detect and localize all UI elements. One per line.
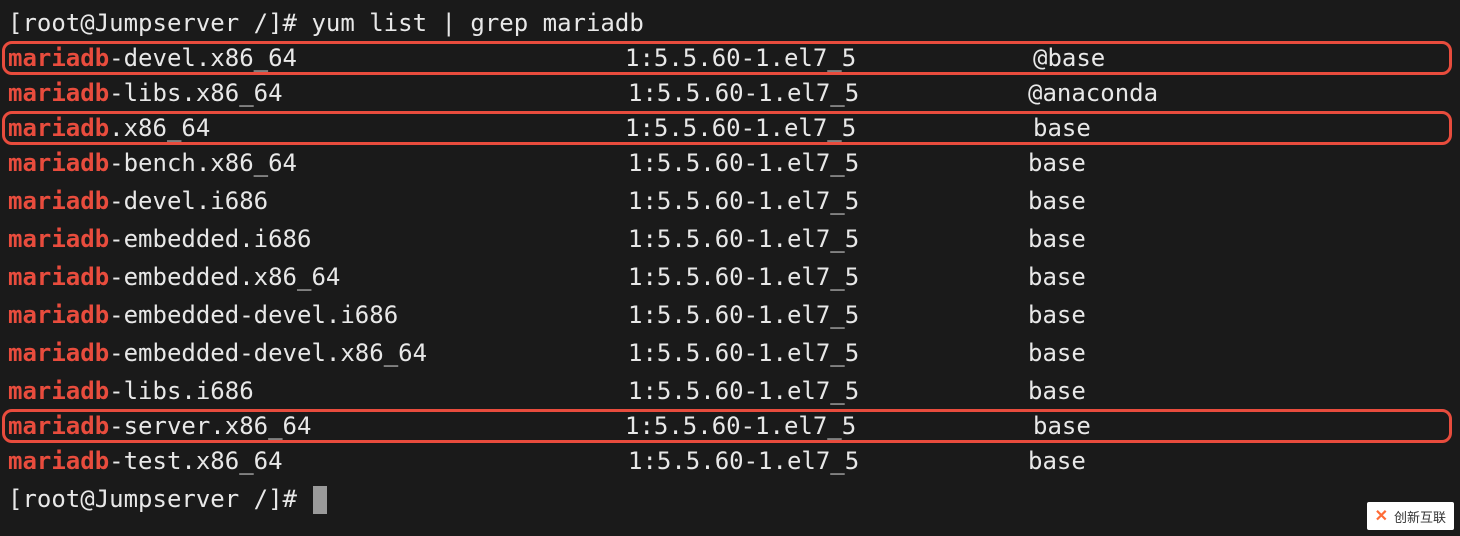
grep-match: mariadb [8,339,109,367]
package-name: mariadb-embedded.i686 [8,220,628,258]
package-version: 1:5.5.60-1.el7_5 [628,372,1028,410]
package-name: mariadb-embedded.x86_64 [8,258,628,296]
watermark: ✕ 创新互联 [1367,502,1454,530]
package-repo: base [1033,412,1091,440]
output-row: mariadb-embedded.i6861:5.5.60-1.el7_5bas… [8,220,1452,258]
cursor [313,486,327,514]
output-row: mariadb-libs.x86_641:5.5.60-1.el7_5@anac… [8,74,1452,112]
package-repo: base [1028,334,1086,372]
grep-match: mariadb [8,377,109,405]
highlighted-row: mariadb-server.x86_641:5.5.60-1.el7_5bas… [2,409,1452,443]
package-name: mariadb-server.x86_64 [8,412,625,440]
highlighted-row: mariadb-devel.x86_641:5.5.60-1.el7_5@bas… [2,41,1452,75]
package-version: 1:5.5.60-1.el7_5 [628,334,1028,372]
package-version: 1:5.5.60-1.el7_5 [625,412,1025,440]
output-row: mariadb-test.x86_641:5.5.60-1.el7_5base [8,442,1452,480]
package-suffix: -embedded-devel.x86_64 [109,339,427,367]
package-repo: base [1028,220,1086,258]
package-repo: base [1028,442,1086,480]
package-repo: @anaconda [1028,74,1158,112]
package-suffix: -bench.x86_64 [109,149,297,177]
package-suffix: -embedded.i686 [109,225,311,253]
output-row: mariadb-devel.i6861:5.5.60-1.el7_5base [8,182,1452,220]
grep-match: mariadb [8,225,109,253]
grep-match: mariadb [8,447,109,475]
prompt-line[interactable]: [root@Jumpserver /]# [8,480,1452,518]
package-repo: @base [1033,44,1105,72]
watermark-text: 创新互联 [1394,507,1446,526]
shell-command: yum list | grep mariadb [311,9,643,37]
package-repo: base [1028,182,1086,220]
package-suffix: -test.x86_64 [109,447,282,475]
output-row: mariadb-libs.i6861:5.5.60-1.el7_5base [8,372,1452,410]
package-name: mariadb-embedded-devel.x86_64 [8,334,628,372]
package-version: 1:5.5.60-1.el7_5 [628,296,1028,334]
terminal-output[interactable]: [root@Jumpserver /]# yum list | grep mar… [8,4,1452,518]
package-name: mariadb.x86_64 [8,114,625,142]
grep-match: mariadb [8,301,109,329]
package-repo: base [1028,296,1086,334]
package-version: 1:5.5.60-1.el7_5 [628,74,1028,112]
output-row: mariadb-embedded-devel.i6861:5.5.60-1.el… [8,296,1452,334]
watermark-icon: ✕ [1375,506,1388,526]
package-suffix: -server.x86_64 [109,412,311,440]
grep-match: mariadb [8,44,109,72]
shell-prompt: [root@Jumpserver /]# [8,485,311,513]
output-row: mariadb-bench.x86_641:5.5.60-1.el7_5base [8,144,1452,182]
package-name: mariadb-bench.x86_64 [8,144,628,182]
shell-prompt: [root@Jumpserver /]# [8,9,311,37]
output-row: mariadb-embedded-devel.x86_641:5.5.60-1.… [8,334,1452,372]
output-row: mariadb-embedded.x86_641:5.5.60-1.el7_5b… [8,258,1452,296]
prompt-line: [root@Jumpserver /]# yum list | grep mar… [8,4,1452,42]
package-version: 1:5.5.60-1.el7_5 [625,44,1025,72]
package-repo: base [1028,372,1086,410]
package-version: 1:5.5.60-1.el7_5 [628,258,1028,296]
package-suffix: .x86_64 [109,114,210,142]
package-version: 1:5.5.60-1.el7_5 [628,442,1028,480]
package-name: mariadb-test.x86_64 [8,442,628,480]
grep-match: mariadb [8,114,109,142]
grep-match: mariadb [8,412,109,440]
package-version: 1:5.5.60-1.el7_5 [625,114,1025,142]
package-name: mariadb-libs.x86_64 [8,74,628,112]
package-name: mariadb-devel.i686 [8,182,628,220]
package-version: 1:5.5.60-1.el7_5 [628,182,1028,220]
package-version: 1:5.5.60-1.el7_5 [628,144,1028,182]
package-suffix: -devel.i686 [109,187,268,215]
package-suffix: -embedded.x86_64 [109,263,340,291]
package-suffix: -devel.x86_64 [109,44,297,72]
grep-match: mariadb [8,263,109,291]
grep-match: mariadb [8,79,109,107]
package-repo: base [1028,144,1086,182]
grep-match: mariadb [8,187,109,215]
package-name: mariadb-devel.x86_64 [8,44,625,72]
grep-match: mariadb [8,149,109,177]
package-version: 1:5.5.60-1.el7_5 [628,220,1028,258]
package-name: mariadb-embedded-devel.i686 [8,296,628,334]
package-suffix: -embedded-devel.i686 [109,301,398,329]
package-repo: base [1028,258,1086,296]
package-suffix: -libs.i686 [109,377,254,405]
package-name: mariadb-libs.i686 [8,372,628,410]
package-suffix: -libs.x86_64 [109,79,282,107]
highlighted-row: mariadb.x86_641:5.5.60-1.el7_5base [2,111,1452,145]
package-repo: base [1033,114,1091,142]
